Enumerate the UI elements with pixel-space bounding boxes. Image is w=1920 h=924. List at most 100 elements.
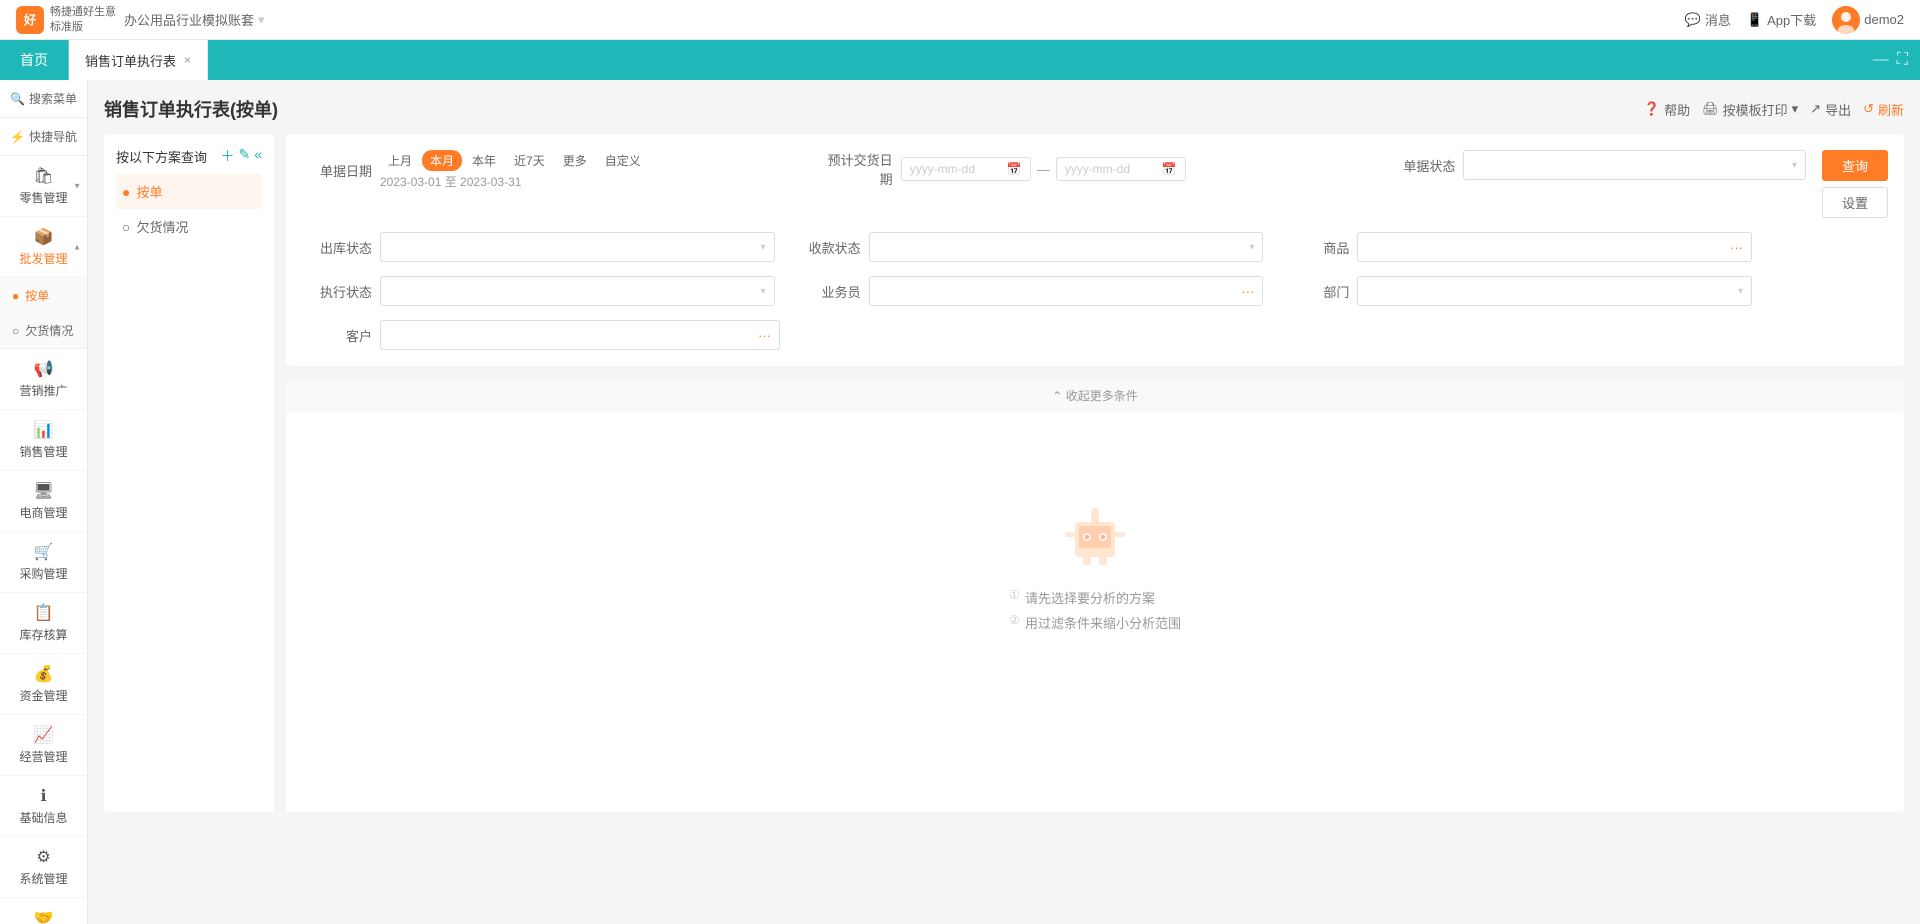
sidebar-item-marketing[interactable]: 📢 营销推广 [0,349,87,410]
filter-row-4: 客户 ··· [302,320,1888,350]
breadcrumb-arrow-icon[interactable]: ▾ [258,12,265,28]
scheme-panel-header: 按以下方案查询 ＋ ✎ « [116,146,262,166]
scheme-collapse-btn[interactable]: « [254,146,262,166]
sidebar-item-wholesale[interactable]: 📦 批发管理 [0,217,87,278]
collapse-icon: ⌃ [1052,389,1062,403]
expected-date-from[interactable]: yyyy-mm-dd 📅 [901,157,1031,181]
tab-maximize-btn[interactable]: ⛶ [1897,51,1908,69]
exec-status-label: 执行状态 [302,282,372,301]
dept-label: 部门 [1279,282,1349,301]
status-select[interactable]: ▾ [1463,150,1806,180]
scheme-add-btn[interactable]: ＋ [220,146,234,166]
date-tabs: 上月 本月 本年 近7天 更多 自定义 [380,150,649,171]
date-label: 单据日期 [302,161,372,180]
sidebar-sub-item-backorder[interactable]: ○ 欠货情况 [0,313,87,348]
sidebar-item-purchase[interactable]: 🛒 采购管理 [0,532,87,593]
app-download-btn[interactable]: 📱 App下载 [1747,10,1816,29]
tab-close-icon[interactable]: × [184,53,191,67]
out-stock-select[interactable]: ▾ [380,232,775,262]
expected-date-to[interactable]: yyyy-mm-dd 📅 [1056,157,1186,181]
refresh-icon: ↺ [1863,101,1874,117]
date-tab-custom[interactable]: 自定义 [597,150,649,171]
user-avatar[interactable]: demo2 [1832,6,1904,34]
sidebar-item-system[interactable]: ⚙ 系统管理 [0,837,87,898]
search-icon: 🔍 [10,92,25,106]
date-tab-lastmonth[interactable]: 上月 [380,150,420,171]
sidebar-item-finance[interactable]: 💰 资金管理 [0,654,87,715]
out-stock-dropdown-icon: ▾ [761,242,766,253]
sidebar-item-operations[interactable]: 📈 经营管理 [0,715,87,776]
sidebar-item-enterprise[interactable]: 🤝 企业协同 [0,898,87,924]
receive-group: 收款状态 ▾ [791,232,1264,262]
top-bar-right: 💬 消息 📱 App下载 demo2 [1685,6,1904,34]
expected-date-group: 预计交货日期 yyyy-mm-dd 📅 — yyyy-mm-dd [823,150,1370,188]
date-filter-group: 单据日期 上月 本月 本年 近7天 更多 自定义 [302,150,807,190]
content-body: 按以下方案查询 ＋ ✎ « ● 按单 ○ 欠货情况 [104,134,1904,812]
empty-tips: 请先选择要分析的方案 用过滤条件来缩小分析范围 [1009,588,1181,638]
receive-label: 收款状态 [791,238,861,257]
system-icon: ⚙ [36,847,50,867]
order-icon: ● [12,289,19,303]
export-btn[interactable]: ↗ 导出 [1810,100,1851,119]
marketing-icon: 📢 [34,359,54,379]
date-tab-more[interactable]: 更多 [555,150,595,171]
tab-home[interactable]: 首页 [0,40,69,80]
wholesale-icon: 📦 [34,227,54,247]
sidebar-item-inventory[interactable]: 📋 库存核算 [0,593,87,654]
tab-minimize-btn[interactable]: — [1873,51,1889,69]
sales-icon: 📊 [34,420,54,440]
finance-icon: 💰 [34,664,54,684]
collapse-row[interactable]: ⌃ 收起更多条件 [286,378,1904,412]
sidebar-sub-item-order[interactable]: ● 按单 [0,278,87,313]
empty-tip-2: 用过滤条件来缩小分析范围 [1009,613,1181,632]
customer-label: 客户 [302,326,372,345]
refresh-btn[interactable]: ↺ 刷新 [1863,100,1904,119]
sidebar-item-ecommerce[interactable]: 🖥 电商管理 [0,471,87,532]
sidebar-search[interactable]: 🔍 搜索菜单 [0,80,87,118]
date-tab-thismonth[interactable]: 本月 [422,150,462,171]
page-header: 销售订单执行表(按单) ❓ 帮助 🖨 按模板打印 ▾ ↗ 导出 [104,96,1904,122]
empty-illustration [1055,492,1135,572]
expected-date-label: 预计交货日期 [823,150,893,188]
scheme-edit-btn[interactable]: ✎ [238,146,250,166]
empty-state: 请先选择要分析的方案 用过滤条件来缩小分析范围 [286,412,1904,718]
settings-button[interactable]: 设置 [1822,187,1888,218]
main-layout: 🔍 搜索菜单 ⚡ 快捷导航 🛍 零售管理 📦 批发管理 ● 按单 ○ 欠货情况 [0,80,1920,924]
date-range-display: 2023-03-01 至 2023-03-31 [380,173,649,190]
avatar [1832,6,1860,34]
sidebar-quicknav[interactable]: ⚡ 快捷导航 [0,118,87,156]
query-button[interactable]: 查询 [1822,150,1888,181]
dept-select[interactable]: ▾ [1357,276,1752,306]
page-title: 销售订单执行表(按单) [104,96,278,122]
sidebar-item-retail[interactable]: 🛍 零售管理 [0,156,87,217]
tab-sales-order[interactable]: 销售订单执行表 × [69,40,208,80]
date-tab-thisyear[interactable]: 本年 [464,150,504,171]
sidebar-item-sales[interactable]: 📊 销售管理 [0,410,87,471]
help-btn[interactable]: ❓ 帮助 [1644,100,1690,119]
filter-row-3: 执行状态 ▾ 业务员 ··· [302,276,1888,306]
sales-person-input[interactable]: ··· [869,276,1264,306]
print-btn[interactable]: 🖨 按模板打印 ▾ [1702,100,1798,119]
date-tab-recent7[interactable]: 近7天 [506,150,553,171]
out-stock-label: 出库状态 [302,238,372,257]
empty-tip-1: 请先选择要分析的方案 [1009,588,1181,607]
scheme-panel-actions: ＋ ✎ « [220,146,262,166]
customer-input[interactable]: ··· [380,320,780,350]
status-label: 单据状态 [1385,156,1455,175]
tab-bar: 首页 销售订单执行表 × — ⛶ [0,40,1920,80]
scheme-order-icon: ● [122,184,130,200]
message-btn[interactable]: 💬 消息 [1685,10,1731,29]
scheme-panel: 按以下方案查询 ＋ ✎ « ● 按单 ○ 欠货情况 [104,134,274,812]
goods-input[interactable]: ··· [1357,232,1752,262]
sidebar: 🔍 搜索菜单 ⚡ 快捷导航 🛍 零售管理 📦 批发管理 ● 按单 ○ 欠货情况 [0,80,88,924]
breadcrumb: 办公用品行业模拟账套 ▾ [124,10,265,29]
scheme-item-backorder[interactable]: ○ 欠货情况 [116,209,262,244]
help-icon: ❓ [1644,101,1660,117]
receive-select[interactable]: ▾ [869,232,1264,262]
sidebar-sub-wholesale: ● 按单 ○ 欠货情况 [0,278,87,349]
filter-row-1: 单据日期 上月 本月 本年 近7天 更多 自定义 [302,150,1888,218]
sidebar-item-basic-info[interactable]: ℹ 基础信息 [0,776,87,837]
exec-status-select[interactable]: ▾ [380,276,775,306]
goods-label: 商品 [1279,238,1349,257]
scheme-item-order[interactable]: ● 按单 [116,174,262,209]
